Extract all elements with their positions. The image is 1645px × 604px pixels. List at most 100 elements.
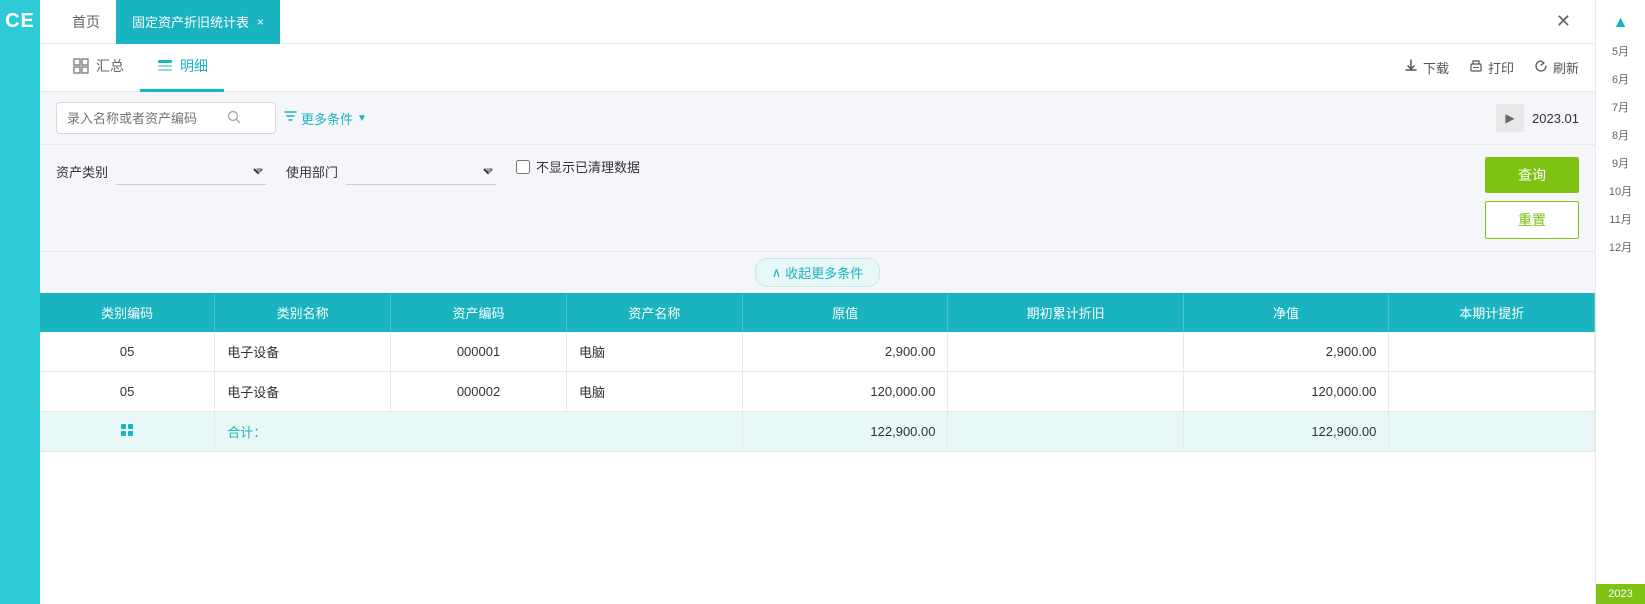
print-button[interactable]: 打印 [1469, 58, 1514, 77]
collapse-conditions-button[interactable]: ∧ 收起更多条件 [755, 258, 881, 287]
top-nav: 首页 固定资产折旧统计表 × ✕ [40, 0, 1595, 44]
download-button[interactable]: 下载 [1404, 58, 1449, 77]
sidebar-year: 2023 [1596, 584, 1645, 604]
col-current-dep: 本期计提折 [1389, 293, 1595, 332]
chevron-right-icon: ▶ [1505, 111, 1514, 125]
content-area: 汇总 明细 下载 [40, 44, 1595, 604]
sidebar-month-7[interactable]: 7月 [1596, 94, 1645, 120]
global-close-button[interactable]: ✕ [1548, 7, 1579, 36]
more-conditions-button[interactable]: 更多条件 ▼ [284, 109, 367, 128]
department-label: 使用部门 [286, 162, 338, 181]
print-label: 打印 [1488, 58, 1514, 77]
cell-net-value-1: 2,900.00 [1183, 332, 1389, 372]
total-net-value: 122,900.00 [1183, 412, 1389, 452]
sub-tabs-bar: 汇总 明细 下载 [40, 44, 1595, 92]
col-category-code: 类别编码 [40, 293, 215, 332]
asset-category-label: 资产类别 [56, 162, 108, 181]
more-conditions-label: 更多条件 [301, 109, 353, 128]
main-area: 首页 固定资产折旧统计表 × ✕ 汇总 [40, 0, 1595, 604]
download-label: 下载 [1423, 58, 1449, 77]
tab-detail[interactable]: 明细 [140, 44, 224, 92]
reset-button[interactable]: 重置 [1485, 201, 1579, 239]
cell-category-name-2: 电子设备 [215, 372, 391, 412]
detail-icon [156, 57, 174, 75]
table-total-row: 合计： 122,900.00 122,900.00 [40, 412, 1595, 452]
search-icon [227, 110, 241, 127]
scroll-up-button[interactable]: ▲ [1609, 10, 1633, 36]
total-current-dep [1389, 412, 1595, 452]
col-accumulated-dep: 期初累计折旧 [948, 293, 1183, 332]
nav-tab-close-icon[interactable]: × [257, 15, 264, 29]
table-row: 05 电子设备 000001 电脑 2,900.00 2,900.00 [40, 332, 1595, 372]
col-net-value: 净值 [1183, 293, 1389, 332]
collapse-icon: ∧ [772, 265, 782, 281]
total-original-value: 122,900.00 [742, 412, 948, 452]
search-input-wrap [56, 102, 276, 134]
total-accumulated-dep [948, 412, 1183, 452]
sidebar-month-8[interactable]: 8月 [1596, 122, 1645, 148]
cell-asset-code-2: 000002 [391, 372, 567, 412]
department-select[interactable] [346, 157, 496, 185]
refresh-label: 刷新 [1553, 58, 1579, 77]
tab-summary-label: 汇总 [96, 56, 124, 76]
assets-table: 类别编码 类别名称 资产编码 资产名称 原值 期初累计折旧 净值 本期计提折 0… [40, 293, 1595, 452]
nav-tab-active[interactable]: 固定资产折旧统计表 × [116, 0, 280, 44]
cell-original-value-2: 120,000.00 [742, 372, 948, 412]
total-label-cell: 合计： [215, 412, 743, 452]
total-icon-cell [40, 412, 215, 452]
cell-net-value-2: 120,000.00 [1183, 372, 1389, 412]
download-icon [1404, 59, 1418, 76]
nav-tab-label: 固定资产折旧统计表 [132, 12, 249, 31]
tab-detail-label: 明细 [180, 56, 208, 76]
cell-original-value-1: 2,900.00 [742, 332, 948, 372]
cell-asset-code-1: 000001 [391, 332, 567, 372]
sidebar-month-6[interactable]: 6月 [1596, 66, 1645, 92]
summary-icon [72, 57, 90, 75]
filter-area: 资产类别 ▼ 使用部门 ▼ 不显示已清理数 [40, 145, 1595, 252]
print-icon [1469, 59, 1483, 76]
cell-category-code-1: 05 [40, 332, 215, 372]
table-header-row: 类别编码 类别名称 资产编码 资产名称 原值 期初累计折旧 净值 本期计提折 [40, 293, 1595, 332]
table-area: 类别编码 类别名称 资产编码 资产名称 原值 期初累计折旧 净值 本期计提折 0… [40, 293, 1595, 604]
refresh-button[interactable]: 刷新 [1534, 58, 1579, 77]
asset-category-select-wrap: ▼ [116, 157, 266, 185]
cell-category-code-2: 05 [40, 372, 215, 412]
col-asset-code: 资产编码 [391, 293, 567, 332]
chevron-down-icon: ▼ [357, 113, 367, 124]
tab-summary[interactable]: 汇总 [56, 44, 140, 92]
nav-home[interactable]: 首页 [56, 0, 116, 44]
search-input[interactable] [67, 111, 227, 126]
filter-department-group: 使用部门 ▼ [286, 157, 496, 185]
expand-sidebar-button[interactable]: ▶ [1496, 104, 1524, 132]
sidebar-month-10[interactable]: 10月 [1596, 178, 1645, 204]
filter-buttons: 查询 重置 [1485, 157, 1579, 239]
col-category-name: 类别名称 [215, 293, 391, 332]
cell-asset-name-2: 电脑 [566, 372, 742, 412]
cell-category-name-1: 电子设备 [215, 332, 391, 372]
toolbar-right: 下载 打印 刷新 [1404, 58, 1579, 77]
asset-category-select[interactable] [116, 157, 266, 185]
refresh-icon [1534, 59, 1548, 76]
table-row: 05 电子设备 000002 电脑 120,000.00 120,000.00 [40, 372, 1595, 412]
total-icon [120, 425, 134, 440]
cell-current-dep-1 [1389, 332, 1595, 372]
col-original-value: 原值 [742, 293, 948, 332]
filter-icon [284, 110, 297, 126]
department-select-wrap: ▼ [346, 157, 496, 185]
cell-accumulated-dep-2 [948, 372, 1183, 412]
logo-area: CE [0, 0, 40, 604]
cell-asset-name-1: 电脑 [566, 332, 742, 372]
cell-accumulated-dep-1 [948, 332, 1183, 372]
date-display: 2023.01 [1532, 111, 1579, 126]
no-cleared-checkbox[interactable] [516, 160, 530, 174]
sidebar-month-5[interactable]: 5月 [1596, 38, 1645, 64]
no-cleared-label: 不显示已清理数据 [536, 157, 640, 176]
sidebar-month-12[interactable]: 12月 [1596, 234, 1645, 260]
sidebar-month-11[interactable]: 11月 [1596, 206, 1645, 232]
sidebar-month-9[interactable]: 9月 [1596, 150, 1645, 176]
cell-current-dep-2 [1389, 372, 1595, 412]
query-button[interactable]: 查询 [1485, 157, 1579, 193]
search-bar: 更多条件 ▼ ▶ 2023.01 [40, 92, 1595, 145]
no-cleared-group: 不显示已清理数据 [516, 157, 640, 176]
col-asset-name: 资产名称 [566, 293, 742, 332]
